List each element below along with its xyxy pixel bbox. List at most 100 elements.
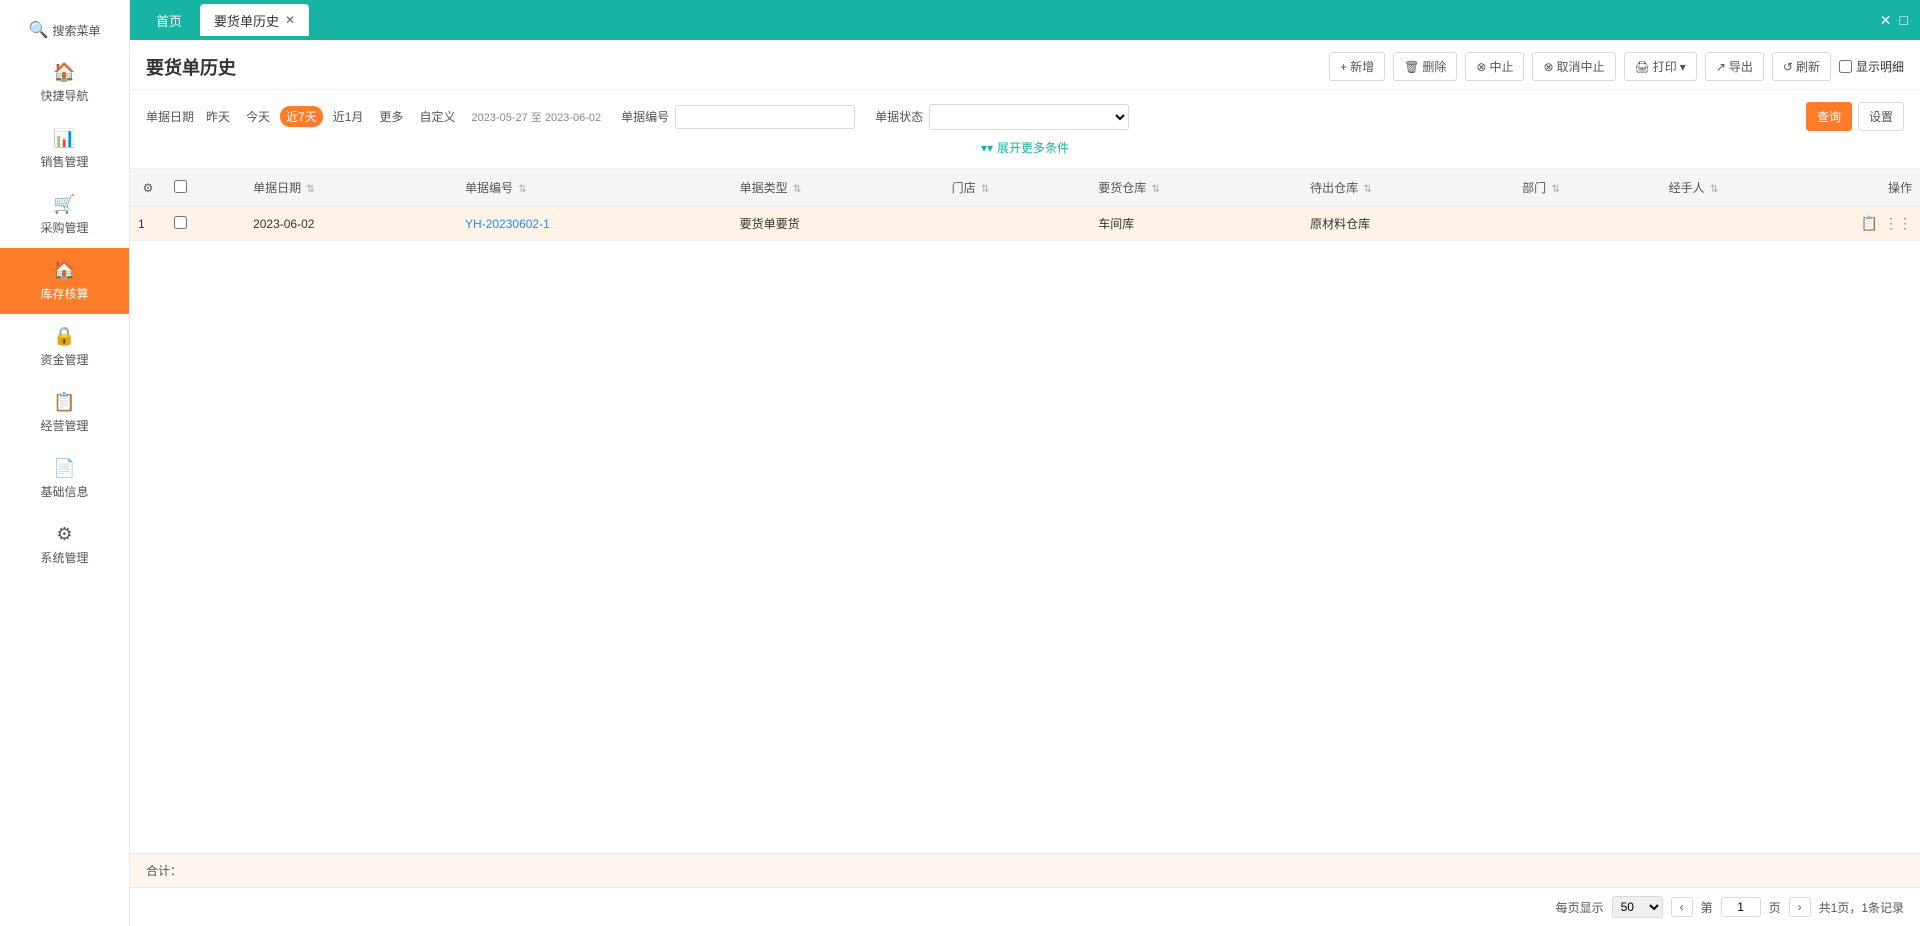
tab-requisition-history[interactable]: 要货单历史 ✕ bbox=[200, 4, 309, 36]
doc-number-input[interactable] bbox=[675, 105, 855, 129]
date-range-text: 2023-05-27 至 2023-06-02 bbox=[471, 109, 601, 125]
doc-number-filter-item: 单据编号 bbox=[621, 105, 855, 129]
pagination-summary: 共1页，1条记录 bbox=[1819, 899, 1904, 916]
page-number-input[interactable] bbox=[1721, 897, 1761, 917]
stop-button[interactable]: ⊗ 中止 bbox=[1465, 52, 1524, 81]
topbar: 首页 要货单历史 ✕ ✕ □ bbox=[130, 0, 1920, 40]
doc-status-filter-item: 单据状态 bbox=[875, 104, 1129, 130]
settings-button[interactable]: 设置 bbox=[1858, 102, 1904, 131]
display-detail-checkbox[interactable] bbox=[1839, 60, 1852, 73]
row-type: 要货单要货 bbox=[732, 207, 944, 241]
sort-pending-warehouse-icon[interactable]: ⇅ bbox=[1364, 184, 1372, 195]
sidebar-item-quick-nav[interactable]: 🏠 快捷导航 bbox=[0, 50, 129, 116]
system-icon: ⚙ bbox=[56, 524, 72, 545]
tab-requisition-history-label: 要货单历史 bbox=[214, 11, 279, 30]
table-footer: 合计： bbox=[130, 853, 1920, 887]
data-table: ⚙ 单据日期 ⇅ 单据编号 ⇅ 单据类型 bbox=[130, 169, 1920, 241]
prev-page-btn[interactable]: ‹ bbox=[1671, 897, 1693, 917]
sidebar-item-label: 基础信息 bbox=[40, 483, 88, 500]
date-last1month[interactable]: 近1月 bbox=[327, 106, 370, 127]
sidebar-item-sales[interactable]: 📊 销售管理 bbox=[0, 116, 129, 182]
date-more[interactable]: 更多 bbox=[373, 106, 409, 127]
sidebar-item-operation[interactable]: 📋 经营管理 bbox=[0, 380, 129, 446]
row-req-warehouse: 车间库 bbox=[1090, 207, 1302, 241]
display-detail-checkbox-wrap[interactable]: 显示明细 bbox=[1839, 58, 1904, 75]
doc-status-label: 单据状态 bbox=[875, 108, 923, 125]
table-col-number: 单据编号 ⇅ bbox=[457, 169, 732, 207]
row-checkbox[interactable] bbox=[174, 216, 187, 229]
select-all-checkbox[interactable] bbox=[174, 180, 187, 193]
stop-icon: ⊗ bbox=[1476, 60, 1486, 74]
home-icon: 🏠 bbox=[53, 62, 75, 83]
expand-more-btn[interactable]: ▾▾ 展开更多条件 bbox=[146, 139, 1904, 156]
sidebar-item-label: 销售管理 bbox=[40, 153, 88, 170]
export-button[interactable]: ↗ 导出 bbox=[1705, 52, 1764, 81]
refresh-button[interactable]: ↺ 刷新 bbox=[1772, 52, 1831, 81]
sidebar-item-label: 采购管理 bbox=[40, 219, 88, 236]
window-close-icon[interactable]: ✕ bbox=[1880, 12, 1892, 29]
row-more-icon[interactable]: ⋮⋮ bbox=[1884, 215, 1912, 232]
table-row: 1 2023-06-02 YH-20230602-1 要货单要货 车间库 原材料… bbox=[130, 207, 1920, 241]
row-edit-icon[interactable]: 📋 bbox=[1861, 215, 1878, 232]
pagination-bar: 每页显示 50 20 100 200 ‹ 第 页 › 共1页，1条记录 bbox=[130, 887, 1920, 926]
cancel-stop-icon: ⊗ bbox=[1543, 60, 1553, 74]
print-icon: 🖨 bbox=[1635, 60, 1650, 74]
new-button[interactable]: + 新增 bbox=[1329, 52, 1385, 81]
query-button[interactable]: 查询 bbox=[1806, 102, 1852, 131]
row-number-link[interactable]: YH-20230602-1 bbox=[465, 217, 550, 231]
new-label: 新增 bbox=[1350, 58, 1374, 75]
export-icon: ↗ bbox=[1716, 60, 1726, 74]
tab-home-label: 首页 bbox=[156, 11, 182, 30]
sort-req-warehouse-icon[interactable]: ⇅ bbox=[1152, 184, 1160, 195]
sort-handler-icon[interactable]: ⇅ bbox=[1710, 184, 1718, 195]
search-icon: 🔍 bbox=[29, 20, 49, 40]
basic-icon: 📄 bbox=[53, 458, 75, 479]
doc-status-select[interactable] bbox=[929, 104, 1129, 130]
filter-row: 单据日期 昨天 今天 近7天 近1月 更多 自定义 2023-05-27 至 2… bbox=[146, 102, 1904, 131]
date-last7days[interactable]: 近7天 bbox=[280, 106, 323, 127]
page-content: 要货单历史 + 新增 🗑 删除 ⊗ 中止 ⊗ bbox=[130, 40, 1920, 926]
sidebar-item-system[interactable]: ⚙ 系统管理 bbox=[0, 512, 129, 578]
cancel-stop-button[interactable]: ⊗ 取消中止 bbox=[1532, 52, 1615, 81]
sort-type-icon[interactable]: ⇅ bbox=[793, 184, 801, 195]
expand-more-label: 展开更多条件 bbox=[997, 139, 1069, 156]
sort-date-icon[interactable]: ⇅ bbox=[306, 184, 314, 195]
tab-home[interactable]: 首页 bbox=[142, 4, 196, 36]
sidebar: 🔍 搜索菜单 🏠 快捷导航 📊 销售管理 🛒 采购管理 🏠 库存核算 🔒 资金管… bbox=[0, 0, 130, 926]
per-page-label: 每页显示 bbox=[1556, 899, 1604, 916]
date-custom[interactable]: 自定义 bbox=[413, 106, 461, 127]
sidebar-item-purchase[interactable]: 🛒 采购管理 bbox=[0, 182, 129, 248]
date-today[interactable]: 今天 bbox=[240, 106, 276, 127]
row-department bbox=[1514, 207, 1661, 241]
delete-button[interactable]: 🗑 删除 bbox=[1393, 52, 1457, 81]
sidebar-item-inventory[interactable]: 🏠 库存核算 bbox=[0, 248, 129, 314]
window-maximize-icon[interactable]: □ bbox=[1900, 12, 1908, 28]
inventory-icon: 🏠 bbox=[53, 260, 75, 281]
per-page-select[interactable]: 50 20 100 200 bbox=[1612, 896, 1663, 918]
tab-close-icon[interactable]: ✕ bbox=[285, 13, 295, 27]
refresh-label: 刷新 bbox=[1796, 58, 1820, 75]
filter-btn-group: 查询 设置 bbox=[1806, 102, 1904, 131]
sales-icon: 📊 bbox=[53, 128, 75, 149]
export-label: 导出 bbox=[1729, 58, 1753, 75]
delete-icon: 🗑 bbox=[1404, 60, 1419, 74]
print-button[interactable]: 🖨 打印 ▾ bbox=[1624, 52, 1697, 81]
sidebar-item-finance[interactable]: 🔒 资金管理 bbox=[0, 314, 129, 380]
display-detail-label: 显示明细 bbox=[1856, 58, 1904, 75]
table-col-settings[interactable]: ⚙ bbox=[130, 169, 166, 207]
date-yesterday[interactable]: 昨天 bbox=[200, 106, 236, 127]
row-store bbox=[944, 207, 1091, 241]
next-page-btn[interactable]: › bbox=[1789, 897, 1811, 917]
sort-number-icon[interactable]: ⇅ bbox=[518, 184, 526, 195]
sidebar-item-basic[interactable]: 📄 基础信息 bbox=[0, 446, 129, 512]
sort-store-icon[interactable]: ⇅ bbox=[981, 184, 989, 195]
row-handler bbox=[1661, 207, 1840, 241]
delete-label: 删除 bbox=[1422, 58, 1446, 75]
table-col-handler: 经手人 ⇅ bbox=[1661, 169, 1840, 207]
table-col-actions: 操作 bbox=[1840, 169, 1920, 207]
search-menu[interactable]: 🔍 搜索菜单 bbox=[0, 10, 129, 50]
table-col-type: 单据类型 ⇅ bbox=[732, 169, 944, 207]
search-menu-label: 搜索菜单 bbox=[52, 22, 100, 39]
page-header: 要货单历史 + 新增 🗑 删除 ⊗ 中止 ⊗ bbox=[130, 40, 1920, 90]
sort-department-icon[interactable]: ⇅ bbox=[1551, 184, 1559, 195]
